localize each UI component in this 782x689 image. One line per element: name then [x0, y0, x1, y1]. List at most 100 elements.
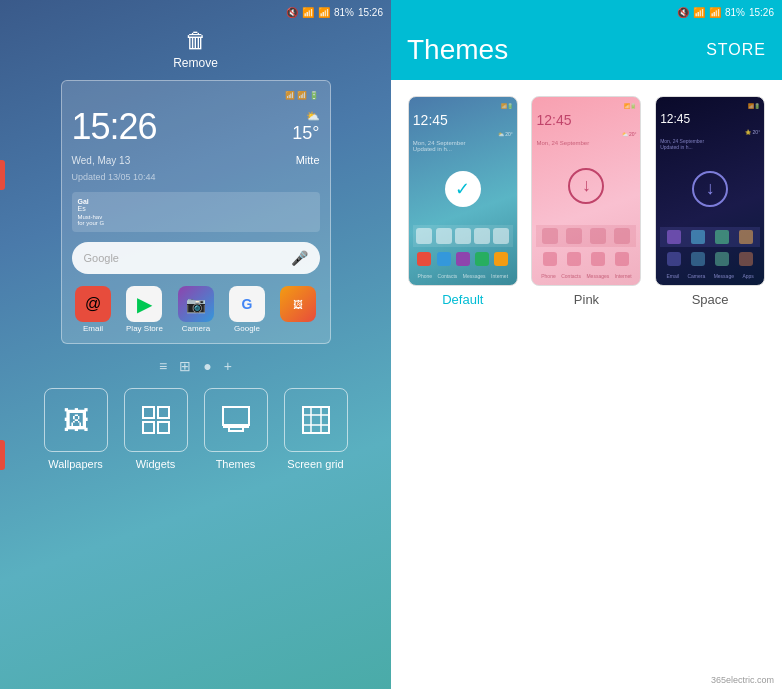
- app-dot-4: [475, 252, 489, 266]
- app-dot-1: [417, 252, 431, 266]
- theme-weather-pink: ⛅ 20°: [536, 131, 636, 137]
- themes-item[interactable]: Themes: [204, 388, 268, 470]
- dot-icon: ●: [203, 358, 211, 374]
- space-dot-1: [667, 230, 681, 244]
- bottom-dot-3: [455, 228, 471, 244]
- theme-label-default: Default: [442, 292, 483, 307]
- theme-download-area-space: ↓: [660, 153, 760, 224]
- space-dot-3: [715, 230, 729, 244]
- scroll-indicator-top: [0, 160, 5, 190]
- store-button[interactable]: STORE: [706, 41, 766, 59]
- mic-icon: 🎤: [291, 250, 308, 266]
- app-dot-2: [437, 252, 451, 266]
- widgets-item[interactable]: Widgets: [124, 388, 188, 470]
- time-right: 15:26: [749, 7, 774, 18]
- preview-search-bar[interactable]: Google 🎤: [72, 242, 320, 274]
- preview-date-row: Wed, May 13 Mitte: [72, 154, 320, 166]
- theme-apps-pink: [536, 250, 636, 268]
- theme-time-space: 12:45: [660, 112, 760, 126]
- svg-rect-0: [143, 407, 154, 418]
- app-gallery[interactable]: 🖼: [280, 286, 316, 333]
- pink-dot-4: [614, 228, 630, 244]
- battery-right: 81%: [725, 7, 745, 18]
- pink-app-1: [543, 252, 557, 266]
- widgets-icon: [124, 388, 188, 452]
- right-header: Themes STORE: [391, 24, 782, 80]
- theme-check-area-default: ✓: [413, 155, 513, 222]
- google-icon: G: [229, 286, 265, 322]
- bottom-icons-row: 🖼 Wallpapers Widgets: [44, 388, 348, 470]
- preview-time-row: 15:26 ⛅ 15°: [72, 106, 320, 148]
- widgets-label: Widgets: [136, 458, 176, 470]
- app-dot-5: [494, 252, 508, 266]
- theme-card-pink[interactable]: 📶🔋 12:45 ⛅ 20° Mon, 24 September ↓: [531, 96, 641, 307]
- theme-status-default: 📶🔋: [413, 103, 513, 109]
- space-app-4: [739, 252, 753, 266]
- add-page-icon[interactable]: +: [224, 358, 232, 374]
- svg-rect-12: [303, 407, 329, 433]
- gallery-widget: Gal Es Must-havfor your G: [72, 192, 320, 232]
- watermark: 365electric.com: [711, 675, 774, 685]
- svg-rect-1: [158, 407, 169, 418]
- status-icons-right: 🔇 📶 📶 81% 15:26: [677, 7, 774, 18]
- preview-weather: ⛅ 15°: [292, 110, 319, 144]
- app-play-store[interactable]: ▶ Play Store: [126, 286, 163, 333]
- theme-time-pink: 12:45: [536, 112, 636, 128]
- theme-bottom-space: [660, 227, 760, 247]
- wallpapers-icon: 🖼: [44, 388, 108, 452]
- theme-time-default: 12:45: [413, 112, 513, 128]
- app-play-label: Play Store: [126, 324, 163, 333]
- space-app-2: [691, 252, 705, 266]
- space-app-3: [715, 252, 729, 266]
- pink-dot-1: [542, 228, 558, 244]
- theme-apps-default: [413, 250, 513, 268]
- screen-grid-label: Screen grid: [287, 458, 343, 470]
- svg-rect-3: [158, 422, 169, 433]
- bottom-dot-1: [416, 228, 432, 244]
- theme-weather-space: ⭐ 20°: [660, 129, 760, 135]
- battery-left: 81%: [334, 7, 354, 18]
- email-icon: @: [75, 286, 111, 322]
- preview-date: Wed, May 13: [72, 155, 131, 166]
- signal-icon-r: 📶: [709, 7, 721, 18]
- theme-preview-default: 📶🔋 12:45 ⛅ 20° Mon, 24 SeptemberUpdated …: [408, 96, 518, 286]
- wallpapers-item[interactable]: 🖼 Wallpapers: [44, 388, 108, 470]
- preview-apps-row: @ Email ▶ Play Store 📷 Camera G Google 🖼: [72, 286, 320, 333]
- space-dot-2: [691, 230, 705, 244]
- app-google-label: Google: [234, 324, 260, 333]
- signal-icon: 📶: [318, 7, 330, 18]
- theme-card-space[interactable]: 📶🔋 12:45 ⭐ 20° Mon, 24 SeptemberUpdated …: [655, 96, 765, 307]
- themes-label: Themes: [216, 458, 256, 470]
- right-panel: 🔇 📶 📶 81% 15:26 Themes STORE 📶🔋 12:45 ⛅ …: [391, 0, 782, 689]
- svg-rect-5: [229, 427, 243, 431]
- mute-icon-r: 🔇: [677, 7, 689, 18]
- remove-area[interactable]: 🗑 Remove: [173, 28, 218, 70]
- app-email[interactable]: @ Email: [75, 286, 111, 333]
- screen-grid-item[interactable]: Screen grid: [284, 388, 348, 470]
- phone-preview-card: 📶 📶 🔋 15:26 ⛅ 15° Wed, May 13 Mitte Upda…: [61, 80, 331, 344]
- app-camera-label: Camera: [182, 324, 210, 333]
- pink-app-4: [615, 252, 629, 266]
- mute-icon: 🔇: [286, 7, 298, 18]
- status-icons-left: 🔇 📶 📶 81% 15:26: [286, 7, 383, 18]
- temperature: 15°: [292, 123, 319, 144]
- theme-mockup-space: 📶🔋 12:45 ⭐ 20° Mon, 24 SeptemberUpdated …: [656, 97, 764, 285]
- preview-widgets: Gal Es Must-havfor your G: [72, 192, 320, 232]
- home-dot-icon: ⊞: [179, 358, 191, 374]
- bottom-dot-4: [474, 228, 490, 244]
- trash-icon: 🗑: [185, 28, 207, 54]
- app-dot-3: [456, 252, 470, 266]
- theme-status-space: 📶🔋: [660, 103, 760, 109]
- theme-card-default[interactable]: 📶🔋 12:45 ⛅ 20° Mon, 24 SeptemberUpdated …: [408, 96, 518, 307]
- preview-icons: 📶 📶 🔋: [285, 91, 319, 100]
- theme-download-area-pink: ↓: [536, 149, 636, 222]
- pink-app-2: [567, 252, 581, 266]
- camera-icon: 📷: [178, 286, 214, 322]
- wifi-icon-r: 📶: [693, 7, 705, 18]
- bottom-dot-2: [436, 228, 452, 244]
- app-camera[interactable]: 📷 Camera: [178, 286, 214, 333]
- theme-bottom-default: [413, 225, 513, 247]
- app-google[interactable]: G Google: [229, 286, 265, 333]
- gallery-icon: 🖼: [280, 286, 316, 322]
- theme-mockup-default: 📶🔋 12:45 ⛅ 20° Mon, 24 SeptemberUpdated …: [409, 97, 517, 285]
